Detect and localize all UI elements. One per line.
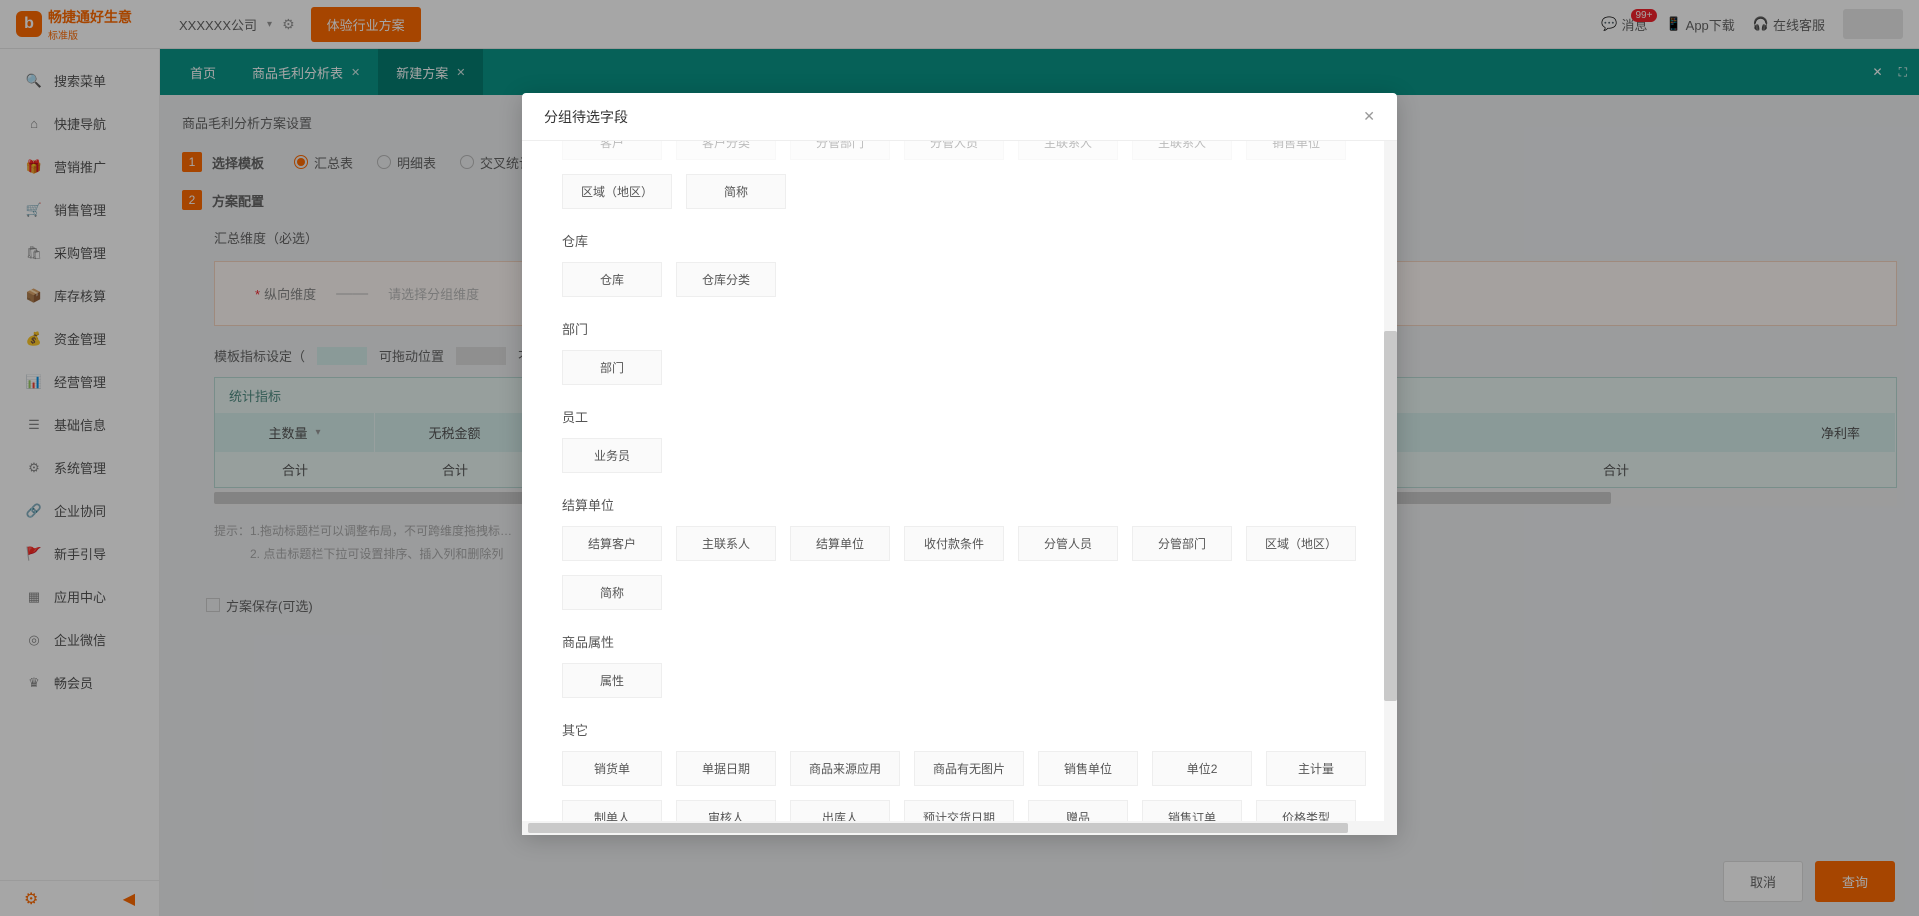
field-option[interactable]: 客户 <box>562 141 662 160</box>
field-option[interactable]: 单位2 <box>1152 751 1252 786</box>
field-option[interactable]: 销售订单 <box>1142 800 1242 821</box>
group-title: 其它 <box>562 720 1393 739</box>
field-option[interactable]: 收付款条件 <box>904 526 1004 561</box>
field-option[interactable]: 客户分类 <box>676 141 776 160</box>
modal-close-button[interactable]: ✕ <box>1363 108 1375 125</box>
partial-top-row: 客户 客户分类 分管部门 分管人员 主联系人 主联系人 销售单位 <box>562 141 1393 160</box>
field-option[interactable]: 预计交货日期 <box>904 800 1014 821</box>
scrollbar-thumb[interactable] <box>1384 331 1397 701</box>
field-option[interactable]: 分管人员 <box>1018 526 1118 561</box>
field-row: 属性 <box>562 663 1393 698</box>
field-option[interactable]: 单据日期 <box>676 751 776 786</box>
field-option[interactable]: 销售单位 <box>1038 751 1138 786</box>
field-selector-modal: 分组待选字段 ✕ 客户 客户分类 分管部门 分管人员 主联系人 主联系人 销售单… <box>522 93 1397 835</box>
group-product-attr: 商品属性 属性 <box>562 632 1393 698</box>
field-option[interactable]: 结算单位 <box>790 526 890 561</box>
field-row: 简称 <box>562 575 1393 610</box>
scrollbar-thumb[interactable] <box>528 823 1348 833</box>
group-title: 部门 <box>562 319 1393 338</box>
field-option[interactable]: 制单人 <box>562 800 662 821</box>
group-warehouse: 仓库 仓库 仓库分类 <box>562 231 1393 297</box>
modal-vertical-scrollbar[interactable] <box>1384 141 1397 821</box>
field-row: 制单人 审核人 出库人 预计交货日期 赠品 销售订单 价格类型 <box>562 800 1393 821</box>
field-option[interactable]: 简称 <box>686 174 786 209</box>
modal-header: 分组待选字段 ✕ <box>522 93 1397 141</box>
field-option[interactable]: 业务员 <box>562 438 662 473</box>
group-department: 部门 部门 <box>562 319 1393 385</box>
field-option[interactable]: 分管部门 <box>790 141 890 160</box>
field-option[interactable]: 销货单 <box>562 751 662 786</box>
field-option[interactable]: 分管部门 <box>1132 526 1232 561</box>
field-option[interactable]: 赠品 <box>1028 800 1128 821</box>
modal-body: 客户 客户分类 分管部门 分管人员 主联系人 主联系人 销售单位 区域（地区） … <box>522 141 1397 821</box>
field-option[interactable]: 商品有无图片 <box>914 751 1024 786</box>
field-option[interactable]: 出库人 <box>790 800 890 821</box>
field-option[interactable]: 主联系人 <box>676 526 776 561</box>
group-title: 结算单位 <box>562 495 1393 514</box>
top-row-2: 区域（地区） 简称 <box>562 174 1393 209</box>
modal-horizontal-scrollbar[interactable] <box>522 821 1397 835</box>
field-option[interactable]: 简称 <box>562 575 662 610</box>
group-title: 员工 <box>562 407 1393 426</box>
group-other: 其它 销货单 单据日期 商品来源应用 商品有无图片 销售单位 单位2 主计量 制… <box>562 720 1393 821</box>
field-option[interactable]: 价格类型 <box>1256 800 1356 821</box>
field-option[interactable]: 区域（地区） <box>1246 526 1356 561</box>
group-title: 仓库 <box>562 231 1393 250</box>
field-row: 部门 <box>562 350 1393 385</box>
field-option[interactable]: 属性 <box>562 663 662 698</box>
group-title: 商品属性 <box>562 632 1393 651</box>
field-option[interactable]: 审核人 <box>676 800 776 821</box>
modal-title: 分组待选字段 <box>544 107 628 127</box>
field-row: 仓库 仓库分类 <box>562 262 1393 297</box>
field-option[interactable]: 区域（地区） <box>562 174 672 209</box>
field-option[interactable]: 仓库分类 <box>676 262 776 297</box>
field-option[interactable]: 部门 <box>562 350 662 385</box>
field-option[interactable]: 主计量 <box>1266 751 1366 786</box>
group-settlement: 结算单位 结算客户 主联系人 结算单位 收付款条件 分管人员 分管部门 区域（地… <box>562 495 1393 610</box>
field-row: 结算客户 主联系人 结算单位 收付款条件 分管人员 分管部门 区域（地区） <box>562 526 1393 561</box>
field-option[interactable]: 商品来源应用 <box>790 751 900 786</box>
field-option[interactable]: 分管人员 <box>904 141 1004 160</box>
field-option[interactable]: 结算客户 <box>562 526 662 561</box>
field-row: 业务员 <box>562 438 1393 473</box>
field-option[interactable]: 仓库 <box>562 262 662 297</box>
group-employee: 员工 业务员 <box>562 407 1393 473</box>
field-row: 销货单 单据日期 商品来源应用 商品有无图片 销售单位 单位2 主计量 <box>562 751 1393 786</box>
field-option[interactable]: 主联系人 <box>1132 141 1232 160</box>
field-option[interactable]: 主联系人 <box>1018 141 1118 160</box>
field-option[interactable]: 销售单位 <box>1246 141 1346 160</box>
